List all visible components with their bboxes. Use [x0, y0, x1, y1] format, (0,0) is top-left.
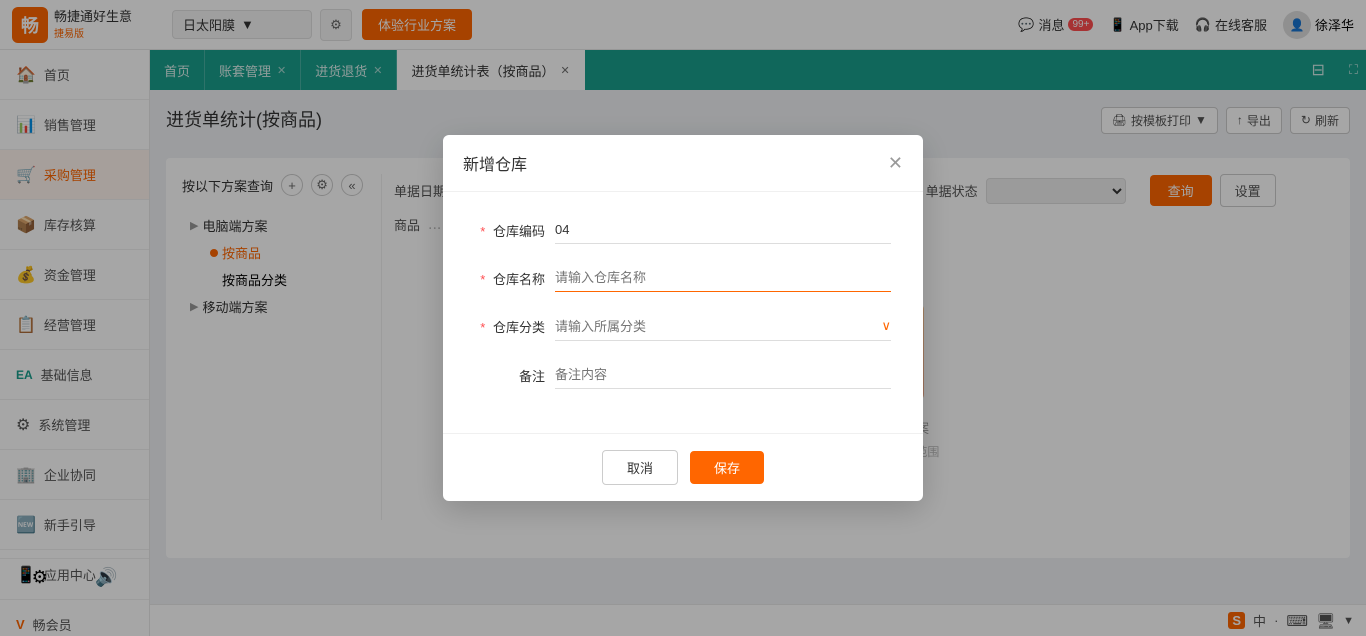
field-label-code-text: 仓库编码 [493, 224, 545, 239]
field-label-remark: 备注 [475, 366, 545, 385]
dialog-footer: 取消 保存 [443, 433, 923, 501]
dialog-close-button[interactable]: ✕ [888, 154, 903, 172]
dialog-body: * 仓库编码 * 仓库名称 * 仓库分类 [443, 192, 923, 433]
field-row-remark: 备注 [475, 361, 891, 389]
warehouse-name-input[interactable] [555, 264, 891, 292]
field-label-remark-text: 备注 [519, 369, 545, 384]
required-star-category: * [480, 320, 485, 335]
field-row-category: * 仓库分类 ∨ [475, 312, 891, 341]
field-label-code: * 仓库编码 [475, 221, 545, 240]
required-star-name: * [480, 272, 485, 287]
dialog-header: 新增仓库 ✕ [443, 135, 923, 192]
warehouse-category-select[interactable]: ∨ [555, 312, 891, 341]
required-star-code: * [480, 224, 485, 239]
dialog-title: 新增仓库 [463, 151, 527, 175]
warehouse-remark-input[interactable] [555, 361, 891, 389]
warehouse-category-input[interactable] [555, 319, 881, 334]
field-row-name: * 仓库名称 [475, 264, 891, 292]
category-chevron-icon: ∨ [881, 318, 891, 334]
new-warehouse-dialog: 新增仓库 ✕ * 仓库编码 * 仓库名称 [443, 135, 923, 501]
field-label-category-text: 仓库分类 [493, 320, 545, 335]
field-row-code: * 仓库编码 [475, 216, 891, 244]
field-label-name-text: 仓库名称 [493, 272, 545, 287]
field-label-category: * 仓库分类 [475, 317, 545, 336]
field-label-name: * 仓库名称 [475, 269, 545, 288]
cancel-button[interactable]: 取消 [602, 450, 678, 485]
save-button[interactable]: 保存 [690, 451, 764, 484]
overlay: 新增仓库 ✕ * 仓库编码 * 仓库名称 [0, 0, 1366, 636]
warehouse-code-input[interactable] [555, 216, 891, 244]
